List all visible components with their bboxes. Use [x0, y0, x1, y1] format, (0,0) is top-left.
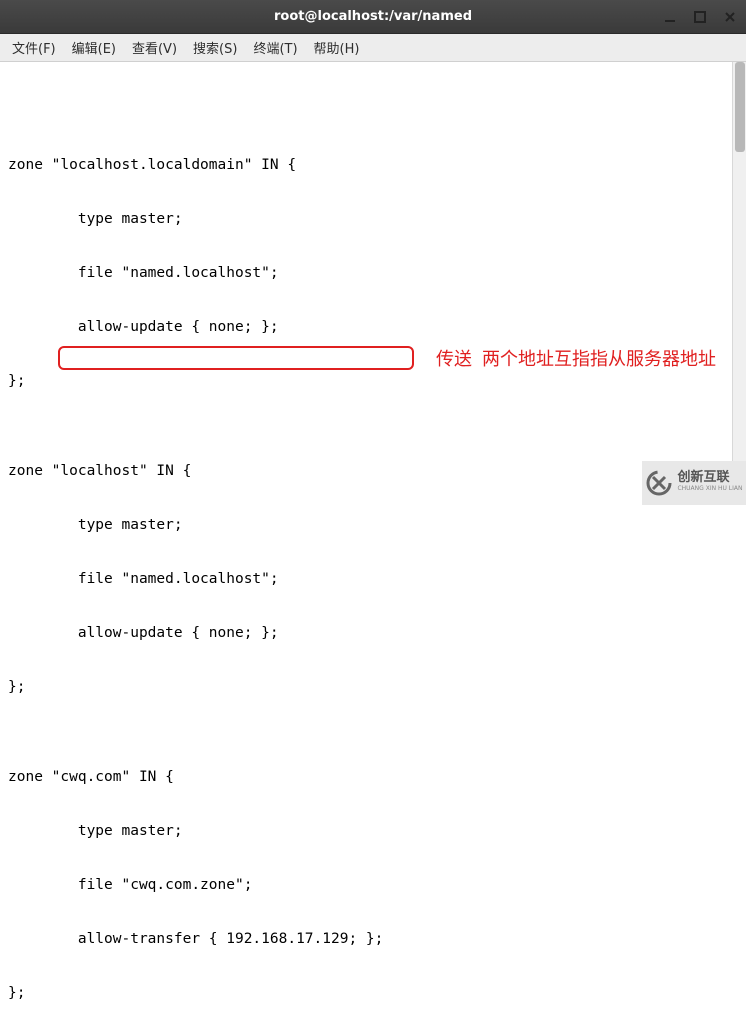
code-line: }; [8, 678, 738, 696]
maximize-button[interactable] [692, 9, 708, 25]
close-button[interactable] [722, 9, 738, 25]
code-line: type master; [8, 822, 738, 840]
terminal-content[interactable]: zone "localhost.localdomain" IN { type m… [0, 62, 746, 505]
code-line: allow-transfer { 192.168.17.129; }; [8, 930, 738, 948]
watermark-text: 创新互联 CHUANG XIN HU LIAN [677, 472, 742, 494]
menu-help[interactable]: 帮助(H) [308, 35, 366, 60]
menubar: 文件(F) 编辑(E) 查看(V) 搜索(S) 终端(T) 帮助(H) [0, 34, 746, 62]
code-line: }; [8, 372, 738, 390]
scrollbar-thumb[interactable] [735, 62, 745, 152]
annotation-text: 传送 两个地址互指指从服务器地址 [436, 346, 736, 372]
code-line: file "named.localhost"; [8, 570, 738, 588]
titlebar: root@localhost:/var/named [0, 0, 746, 34]
code-line: allow-update { none; }; [8, 318, 738, 336]
window-controls [662, 0, 738, 33]
code-line: zone "cwq.com" IN { [8, 768, 738, 786]
code-line: zone "localhost" IN { [8, 462, 738, 480]
minimize-button[interactable] [662, 9, 678, 25]
code-line: type master; [8, 516, 738, 534]
code-line: file "named.localhost"; [8, 264, 738, 282]
scrollbar[interactable] [732, 62, 746, 505]
menu-edit[interactable]: 编辑(E) [66, 35, 122, 60]
code-line: file "cwq.com.zone"; [8, 876, 738, 894]
menu-view[interactable]: 查看(V) [126, 35, 183, 60]
menu-file[interactable]: 文件(F) [6, 35, 62, 60]
code-line: allow-update { none; }; [8, 624, 738, 642]
menu-search[interactable]: 搜索(S) [187, 35, 243, 60]
window-title: root@localhost:/var/named [274, 9, 472, 24]
code-line: type master; [8, 210, 738, 228]
code-line: zone "localhost.localdomain" IN { [8, 156, 738, 174]
highlight-box [58, 346, 414, 370]
watermark: 创新互联 CHUANG XIN HU LIAN [642, 461, 746, 505]
watermark-logo-icon [645, 469, 673, 497]
code-line: }; [8, 984, 738, 1002]
menu-terminal[interactable]: 终端(T) [247, 35, 303, 60]
